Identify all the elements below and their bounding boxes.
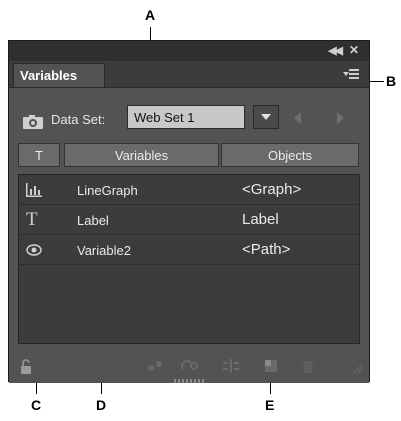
- capture-dataset-icon[interactable]: [23, 115, 43, 129]
- next-dataset-icon[interactable]: [337, 112, 344, 124]
- variable-name: Label: [77, 213, 109, 228]
- column-header-objects[interactable]: Objects: [221, 143, 359, 167]
- dataset-select[interactable]: Web Set 1: [127, 105, 245, 129]
- new-variable-icon[interactable]: [264, 359, 278, 373]
- tab-variables[interactable]: Variables: [13, 63, 105, 87]
- graph-icon: [26, 183, 42, 197]
- list-item[interactable]: LineGraph <Graph>: [19, 175, 359, 205]
- close-icon[interactable]: ✕: [349, 43, 359, 57]
- list-item[interactable]: T Label Label: [19, 205, 359, 235]
- panel-menu-icon[interactable]: [343, 69, 359, 81]
- panel-body: Data Set: Web Set 1 T Variables Objects …: [9, 88, 369, 383]
- column-header-variables[interactable]: Variables: [64, 143, 219, 167]
- callout-b: B: [386, 73, 397, 89]
- variable-object: Label: [242, 211, 279, 228]
- variable-name: Variable2: [77, 243, 131, 258]
- resize-grip-icon[interactable]: [353, 364, 363, 374]
- visibility-icon: [26, 244, 42, 256]
- panel-titlebar[interactable]: ◀◀ ✕: [9, 41, 369, 61]
- panel-bottom-toolbar: [9, 352, 369, 382]
- column-header-type[interactable]: T: [18, 143, 60, 167]
- variable-object: <Path>: [242, 241, 291, 258]
- callout-a: A: [145, 7, 156, 23]
- callout-d: D: [96, 397, 107, 413]
- variables-panel: ◀◀ ✕ Variables Data Set: Web Set 1 T Var…: [8, 40, 370, 383]
- variables-list: LineGraph <Graph> T Label Label Variable…: [18, 174, 360, 344]
- previous-dataset-icon[interactable]: [294, 112, 301, 124]
- make-visibility-dynamic-icon[interactable]: [181, 359, 201, 373]
- dataset-label: Data Set:: [51, 112, 106, 127]
- variable-object: <Graph>: [242, 181, 302, 198]
- text-icon: T: [26, 209, 38, 230]
- make-dynamic-icon[interactable]: [147, 359, 167, 373]
- collapse-panel-icon[interactable]: ◀◀: [328, 44, 343, 57]
- unbind-variable-icon[interactable]: [221, 359, 241, 373]
- list-item[interactable]: Variable2 <Path>: [19, 235, 359, 265]
- callout-c: C: [31, 397, 42, 413]
- trash-icon[interactable]: [301, 359, 315, 374]
- callout-e: E: [265, 397, 275, 413]
- lock-icon[interactable]: [19, 359, 33, 375]
- panel-resize-handle[interactable]: [174, 379, 204, 383]
- variable-name: LineGraph: [77, 183, 138, 198]
- chevron-down-icon: [261, 114, 271, 120]
- dataset-dropdown-button[interactable]: [253, 105, 279, 129]
